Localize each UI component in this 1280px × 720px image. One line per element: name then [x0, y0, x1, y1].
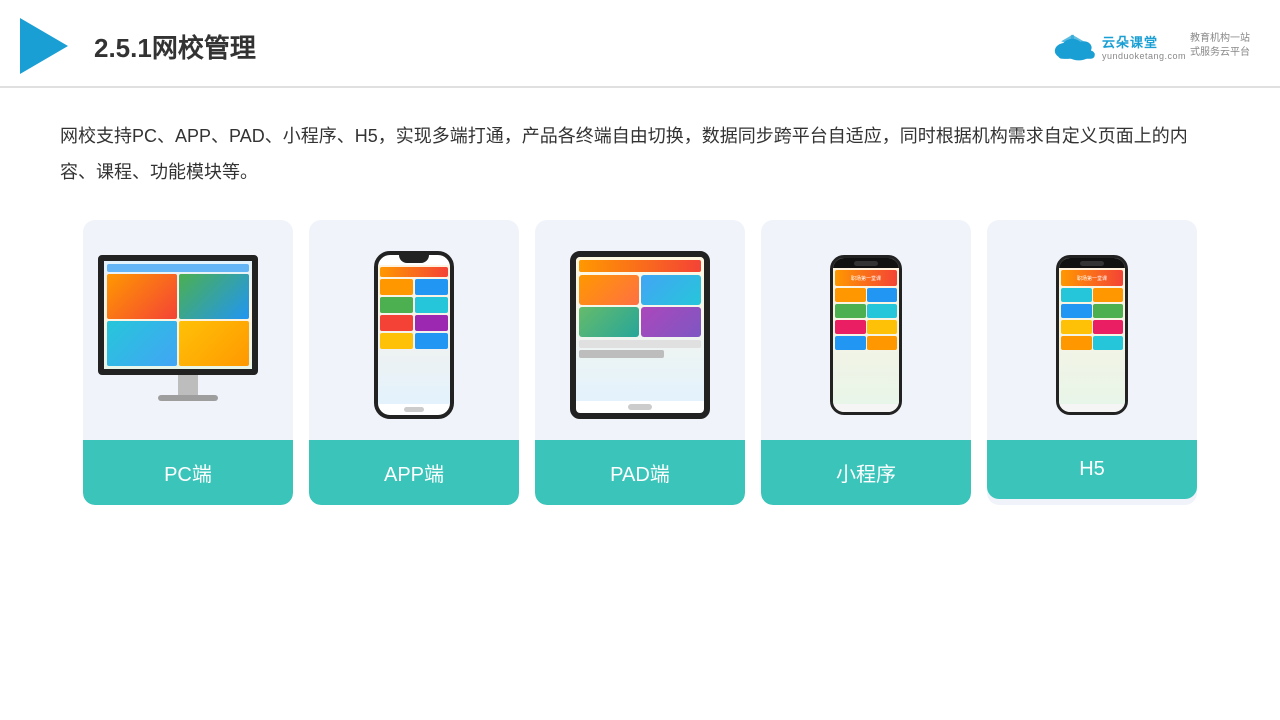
app-phone-icon: [374, 251, 454, 419]
h5-card: 职场第一堂课: [987, 220, 1197, 505]
miniprogram-card: 职场第一堂课: [761, 220, 971, 505]
pad-tablet-icon: [570, 251, 710, 419]
page-title: 2.5.1网校管理: [94, 28, 256, 65]
h5-phone-icon: 职场第一堂课: [1056, 255, 1128, 415]
app-label: APP端: [309, 440, 519, 505]
pc-label: PC端: [83, 440, 293, 505]
app-image-area: [309, 220, 519, 440]
description-text: 网校支持PC、APP、PAD、小程序、H5，实现多端打通，产品各终端自由切换，数…: [60, 118, 1220, 190]
h5-label: H5: [987, 440, 1197, 499]
miniprogram-label: 小程序: [761, 440, 971, 505]
miniprogram-image-area: 职场第一堂课: [761, 220, 971, 440]
pc-image-area: [83, 220, 293, 440]
main-content: 网校支持PC、APP、PAD、小程序、H5，实现多端打通，产品各终端自由切换，数…: [0, 88, 1280, 525]
brand-name: 云朵课堂: [1102, 32, 1186, 51]
h5-image-area: 职场第一堂课: [987, 220, 1197, 440]
pc-monitor-icon: [98, 255, 278, 415]
logo-triangle-icon: [20, 18, 68, 74]
pad-image-area: [535, 220, 745, 440]
cards-container: PC端: [60, 220, 1220, 505]
header-left: 2.5.1网校管理: [20, 18, 256, 74]
miniprogram-phone-icon: 职场第一堂课: [830, 255, 902, 415]
title-number: 2.5.1: [94, 33, 152, 63]
brand-url: yunduoketang.com: [1102, 51, 1186, 61]
cloud-icon: [1050, 31, 1098, 61]
app-card: APP端: [309, 220, 519, 505]
pc-card: PC端: [83, 220, 293, 505]
pad-card: PAD端: [535, 220, 745, 505]
brand-description: 教育机构一站 式服务云平台: [1190, 32, 1250, 60]
brand-icon: 云朵课堂 yunduoketang.com 教育机构一站 式服务云平台: [1050, 31, 1250, 61]
title-chinese: 网校管理: [152, 33, 256, 63]
pad-label: PAD端: [535, 440, 745, 505]
brand-logo: 云朵课堂 yunduoketang.com 教育机构一站 式服务云平台: [1050, 31, 1250, 61]
header: 2.5.1网校管理 云朵课堂 yunduoketang.com 教育机构一站 式…: [0, 0, 1280, 88]
